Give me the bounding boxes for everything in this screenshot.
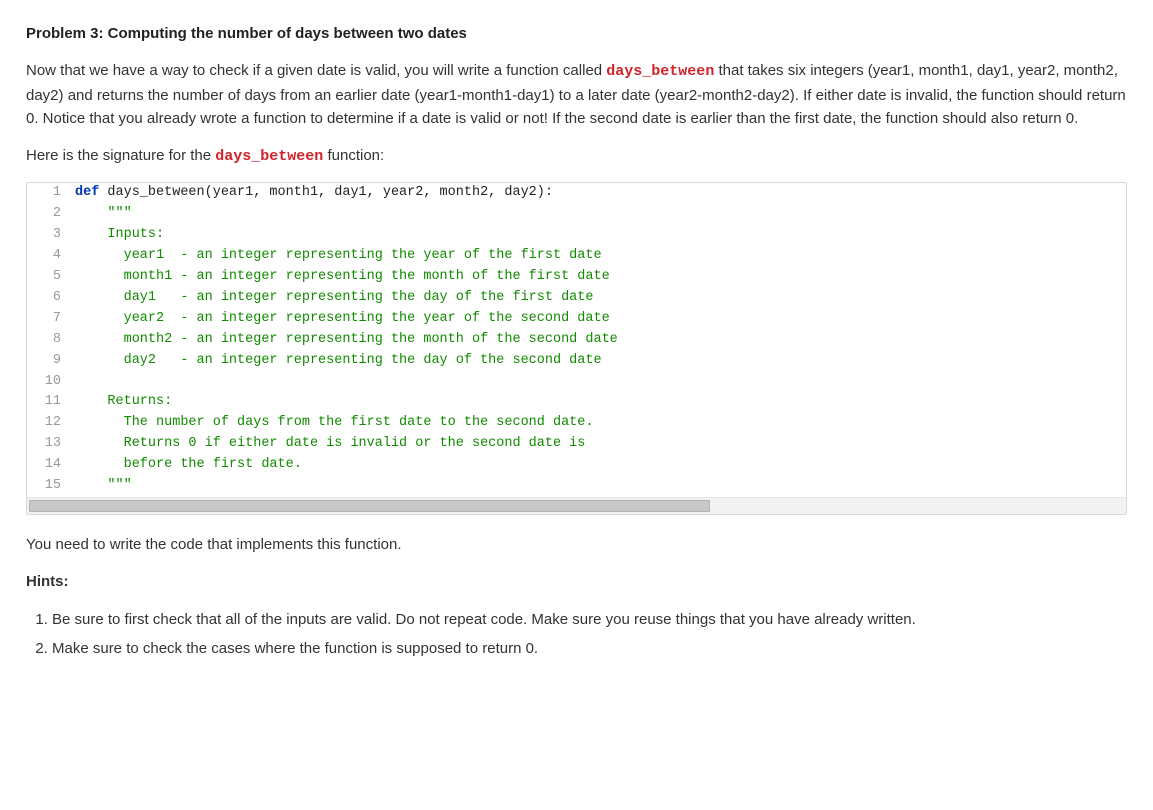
intro-paragraph: Now that we have a way to check if a giv… — [26, 59, 1127, 130]
code-content: """ — [75, 476, 1126, 497]
code-content: before the first date. — [75, 455, 1126, 476]
code-line: 6 day1 - an integer representing the day… — [27, 288, 1126, 309]
hints-list: Be sure to first check that all of the i… — [30, 608, 1127, 661]
code-line: 15 """ — [27, 476, 1126, 497]
line-number: 7 — [27, 309, 75, 330]
code-line: 10 — [27, 372, 1126, 393]
code-content: The number of days from the first date t… — [75, 413, 1126, 434]
code-line: 4 year1 - an integer representing the ye… — [27, 246, 1126, 267]
code-content: def days_between(year1, month1, day1, ye… — [75, 183, 1126, 204]
code-content: Inputs: — [75, 225, 1126, 246]
horizontal-scrollbar[interactable] — [27, 497, 1126, 514]
code-content: month2 - an integer representing the mon… — [75, 330, 1126, 351]
code-line: 14 before the first date. — [27, 455, 1126, 476]
signature-intro: Here is the signature for the days_betwe… — [26, 144, 1127, 168]
code-content: month1 - an integer representing the mon… — [75, 267, 1126, 288]
code-block: 1def days_between(year1, month1, day1, y… — [26, 182, 1127, 515]
intro-text-a: Now that we have a way to check if a giv… — [26, 62, 606, 79]
hint-item: Make sure to check the cases where the f… — [52, 637, 1127, 660]
hints-label: Hints: — [26, 573, 69, 590]
line-number: 12 — [27, 413, 75, 434]
code-content — [75, 372, 1126, 393]
line-number: 11 — [27, 392, 75, 413]
code-content: Returns: — [75, 392, 1126, 413]
code-content: year2 - an integer representing the year… — [75, 309, 1126, 330]
code-line: 11 Returns: — [27, 392, 1126, 413]
line-number: 13 — [27, 434, 75, 455]
scrollbar-thumb[interactable] — [29, 500, 710, 512]
code-content: day2 - an integer representing the day o… — [75, 351, 1126, 372]
code-line: 13 Returns 0 if either date is invalid o… — [27, 434, 1126, 455]
line-number: 10 — [27, 372, 75, 393]
code-line: 8 month2 - an integer representing the m… — [27, 330, 1126, 351]
code-content: """ — [75, 204, 1126, 225]
line-number: 15 — [27, 476, 75, 497]
function-name-inline: days_between — [606, 63, 714, 80]
problem-title: Problem 3: Computing the number of days … — [26, 22, 1127, 45]
sig-intro-b: function: — [323, 147, 384, 164]
line-number: 1 — [27, 183, 75, 204]
line-number: 14 — [27, 455, 75, 476]
line-number: 9 — [27, 351, 75, 372]
line-number: 4 — [27, 246, 75, 267]
line-number: 8 — [27, 330, 75, 351]
code-line: 2 """ — [27, 204, 1126, 225]
code-content: day1 - an integer representing the day o… — [75, 288, 1126, 309]
code-line: 5 month1 - an integer representing the m… — [27, 267, 1126, 288]
code-line: 9 day2 - an integer representing the day… — [27, 351, 1126, 372]
hint-item: Be sure to first check that all of the i… — [52, 608, 1127, 631]
line-number: 3 — [27, 225, 75, 246]
line-number: 2 — [27, 204, 75, 225]
code-content: year1 - an integer representing the year… — [75, 246, 1126, 267]
after-code-text: You need to write the code that implemen… — [26, 533, 1127, 556]
code-line: 3 Inputs: — [27, 225, 1126, 246]
sig-intro-a: Here is the signature for the — [26, 147, 215, 164]
function-name-inline: days_between — [215, 148, 323, 165]
code-line: 7 year2 - an integer representing the ye… — [27, 309, 1126, 330]
code-line: 12 The number of days from the first dat… — [27, 413, 1126, 434]
code-content: Returns 0 if either date is invalid or t… — [75, 434, 1126, 455]
line-number: 6 — [27, 288, 75, 309]
line-number: 5 — [27, 267, 75, 288]
code-line: 1def days_between(year1, month1, day1, y… — [27, 183, 1126, 204]
